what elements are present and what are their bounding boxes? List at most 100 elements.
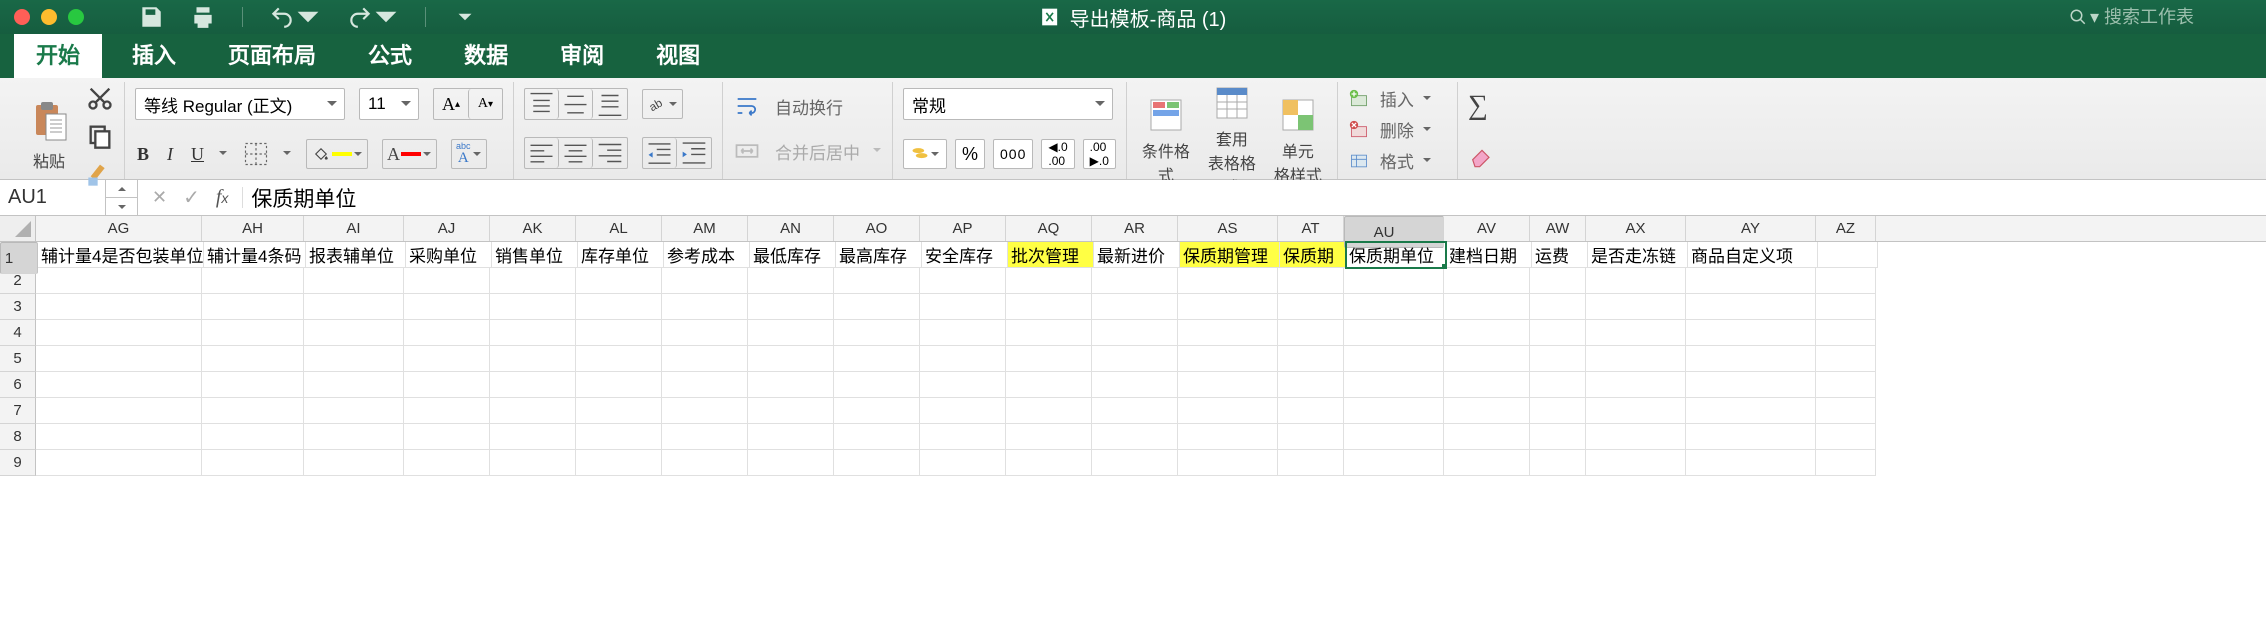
cell[interactable] — [920, 398, 1006, 424]
column-header-AV[interactable]: AV — [1444, 216, 1530, 241]
cell[interactable]: 采购单位 — [406, 242, 492, 268]
cell[interactable] — [662, 346, 748, 372]
cell[interactable] — [1278, 294, 1344, 320]
column-header-AJ[interactable]: AJ — [404, 216, 490, 241]
cell[interactable] — [1278, 398, 1344, 424]
name-box[interactable]: AU1 — [0, 180, 106, 215]
cell[interactable] — [1530, 294, 1586, 320]
cell[interactable] — [202, 320, 304, 346]
cell[interactable] — [834, 294, 920, 320]
cell[interactable] — [1344, 372, 1444, 398]
comma-style-button[interactable]: 000 — [993, 139, 1033, 169]
cell[interactable] — [1530, 268, 1586, 294]
row-header-7[interactable]: 7 — [0, 398, 36, 424]
cell[interactable] — [576, 268, 662, 294]
column-header-AQ[interactable]: AQ — [1006, 216, 1092, 241]
cell[interactable] — [1686, 372, 1816, 398]
cell[interactable] — [920, 346, 1006, 372]
cell[interactable] — [576, 294, 662, 320]
cell[interactable] — [1092, 424, 1178, 450]
column-header-AW[interactable]: AW — [1530, 216, 1586, 241]
cell[interactable] — [202, 450, 304, 476]
formula-input[interactable] — [243, 180, 2266, 215]
cell[interactable] — [1818, 242, 1878, 268]
cell[interactable] — [662, 424, 748, 450]
cell[interactable] — [404, 268, 490, 294]
row-header-9[interactable]: 9 — [0, 450, 36, 476]
column-header-AR[interactable]: AR — [1092, 216, 1178, 241]
cell[interactable]: 安全库存 — [922, 242, 1008, 268]
cell[interactable] — [834, 398, 920, 424]
cell[interactable] — [576, 346, 662, 372]
cell[interactable] — [1006, 346, 1092, 372]
cell[interactable] — [304, 320, 404, 346]
cell[interactable] — [748, 398, 834, 424]
cell[interactable] — [1006, 398, 1092, 424]
cell[interactable] — [1178, 346, 1278, 372]
namebox-spinner[interactable] — [106, 180, 138, 215]
cell[interactable] — [1816, 424, 1876, 450]
cell[interactable]: 批次管理 — [1008, 242, 1094, 268]
undo-icon[interactable] — [269, 4, 321, 30]
row-header-8[interactable]: 8 — [0, 424, 36, 450]
cell[interactable]: 参考成本 — [664, 242, 750, 268]
column-header-AG[interactable]: AG — [36, 216, 202, 241]
cell[interactable] — [1444, 294, 1530, 320]
cell[interactable] — [404, 346, 490, 372]
search-box[interactable]: ▾ — [2069, 7, 2254, 28]
cell[interactable] — [1586, 372, 1686, 398]
cell[interactable] — [1816, 398, 1876, 424]
cell[interactable] — [404, 294, 490, 320]
cell[interactable] — [920, 450, 1006, 476]
column-header-AL[interactable]: AL — [576, 216, 662, 241]
cell[interactable]: 商品自定义项 — [1688, 242, 1818, 268]
cell[interactable] — [748, 268, 834, 294]
cell[interactable]: 辅计量4是否包装单位 — [38, 242, 204, 268]
cell[interactable] — [304, 372, 404, 398]
column-header-AX[interactable]: AX — [1586, 216, 1686, 241]
cell[interactable] — [490, 424, 576, 450]
increase-indent-button[interactable] — [677, 138, 711, 168]
cell[interactable] — [304, 450, 404, 476]
cell[interactable] — [1092, 294, 1178, 320]
underline-button[interactable]: U — [189, 144, 206, 165]
decrease-decimal-button[interactable]: .00▶.0 — [1083, 139, 1116, 169]
align-middle-button[interactable] — [559, 89, 593, 119]
cell[interactable] — [1686, 268, 1816, 294]
cell[interactable] — [1278, 424, 1344, 450]
column-header-AK[interactable]: AK — [490, 216, 576, 241]
align-top-button[interactable] — [525, 89, 559, 119]
cell[interactable] — [576, 424, 662, 450]
column-header-AO[interactable]: AO — [834, 216, 920, 241]
cell[interactable]: 最新进价 — [1094, 242, 1180, 268]
cell[interactable] — [36, 398, 202, 424]
cell[interactable] — [304, 424, 404, 450]
cell[interactable] — [1686, 450, 1816, 476]
cell[interactable] — [1006, 268, 1092, 294]
cell[interactable] — [834, 320, 920, 346]
orientation-button[interactable]: ab — [642, 89, 683, 119]
cell[interactable] — [36, 268, 202, 294]
cell[interactable] — [1586, 346, 1686, 372]
cell[interactable] — [1686, 294, 1816, 320]
borders-button[interactable] — [242, 140, 270, 168]
cell[interactable]: 运费 — [1532, 242, 1588, 268]
cell[interactable] — [1816, 450, 1876, 476]
select-all-corner[interactable] — [0, 216, 36, 241]
cell[interactable] — [1006, 424, 1092, 450]
column-header-AN[interactable]: AN — [748, 216, 834, 241]
cell[interactable] — [920, 294, 1006, 320]
cell[interactable] — [304, 294, 404, 320]
cell[interactable] — [662, 294, 748, 320]
cell[interactable] — [404, 320, 490, 346]
cell[interactable] — [662, 372, 748, 398]
cell[interactable] — [1178, 450, 1278, 476]
cell[interactable] — [576, 450, 662, 476]
cell[interactable] — [1816, 320, 1876, 346]
autosum-button[interactable]: ∑ — [1468, 90, 1488, 122]
row-header-4[interactable]: 4 — [0, 320, 36, 346]
cell[interactable] — [490, 346, 576, 372]
tab-home[interactable]: 开始 — [14, 29, 102, 78]
cell[interactable] — [202, 424, 304, 450]
paste-button[interactable]: 粘贴 — [20, 100, 78, 172]
